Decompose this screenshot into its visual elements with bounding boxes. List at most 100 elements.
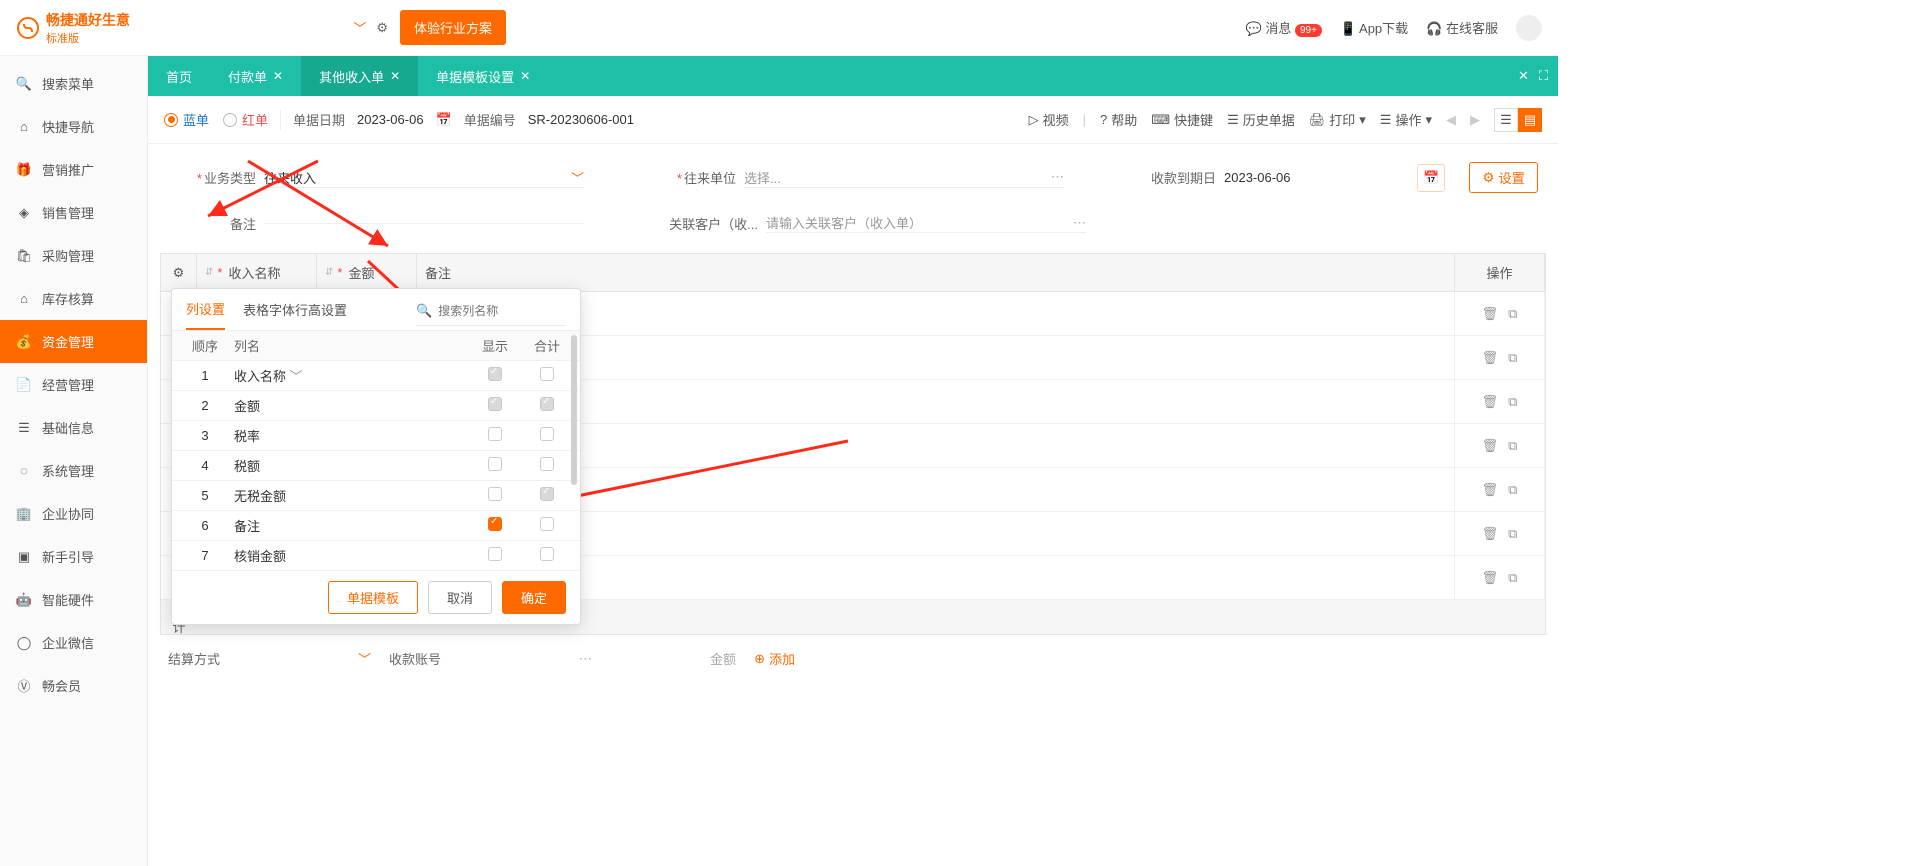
sidebar-item-collab[interactable]: 🏢企业协同 [0, 492, 147, 535]
delete-icon[interactable]: 🗑 [1482, 350, 1499, 366]
expand-icon[interactable]: ⛶ [1539, 68, 1548, 84]
checkbox[interactable] [540, 487, 554, 501]
prev-icon[interactable]: ◀ [1446, 112, 1456, 128]
copy-icon[interactable]: ⧉ [1508, 570, 1517, 586]
copy-icon[interactable]: ⧉ [1508, 350, 1517, 366]
popup-scrollbar[interactable] [571, 335, 577, 485]
delete-icon[interactable]: 🗑 [1482, 570, 1499, 586]
more-icon[interactable]: ⋯ [579, 651, 592, 667]
user-avatar[interactable] [1516, 15, 1542, 41]
checkbox[interactable] [488, 547, 502, 561]
radio-red[interactable]: 红单 [223, 110, 268, 129]
popup-search-input[interactable] [438, 304, 548, 318]
remark-input[interactable] [264, 223, 584, 224]
contact-unit-input[interactable]: 选择...⋯ [744, 168, 1064, 188]
checkbox[interactable] [488, 487, 502, 501]
sidebar-item-inventory[interactable]: ⌂库存核算 [0, 277, 147, 320]
delete-icon[interactable]: 🗑 [1482, 526, 1499, 542]
view-form-icon[interactable]: ▤ [1518, 108, 1542, 132]
checkbox[interactable] [488, 517, 502, 531]
sidebar-item-sales[interactable]: ◈销售管理 [0, 191, 147, 234]
remark-label: 备注 [168, 214, 256, 233]
copy-icon[interactable]: ⧉ [1508, 482, 1517, 498]
copy-icon[interactable]: ⧉ [1508, 526, 1517, 542]
sidebar-item-quicknav[interactable]: ⌂快捷导航 [0, 105, 147, 148]
print-link[interactable]: 🖨 打印 ▾ [1309, 110, 1366, 129]
tab-payment[interactable]: 付款单✕ [210, 56, 301, 96]
more-icon[interactable]: ⋯ [1051, 169, 1064, 185]
more-icon[interactable]: ⋯ [1073, 215, 1086, 231]
radio-blue[interactable]: 蓝单 [164, 110, 209, 129]
sidebar-item-operation[interactable]: 📄经营管理 [0, 363, 147, 406]
checkbox[interactable] [540, 397, 554, 411]
tab-template-settings[interactable]: 单据模板设置✕ [418, 56, 548, 96]
operate-link[interactable]: ☰ 操作 ▾ [1380, 110, 1432, 129]
sidebar-item-system[interactable]: ◌系统管理 [0, 449, 147, 492]
history-link[interactable]: ☰ 历史单据 [1227, 110, 1295, 129]
related-customer-input[interactable]: 请输入关联客户（收入单）⋯ [766, 213, 1086, 233]
content: 首页 付款单✕ 其他收入单✕ 单据模板设置✕ ✕ ⛶ 蓝单 红单 单据日期 20… [148, 56, 1558, 866]
video-link[interactable]: ▷ 视频 [1029, 110, 1069, 129]
sidebar-item-purchase[interactable]: 🛍采购管理 [0, 234, 147, 277]
checkbox[interactable] [540, 367, 554, 381]
next-icon[interactable]: ▶ [1470, 112, 1480, 128]
checkbox[interactable] [488, 367, 502, 381]
col-income-name[interactable]: ⇵*收入名称 [197, 254, 317, 291]
checkbox[interactable] [488, 397, 502, 411]
col-remark[interactable]: 备注 [417, 254, 1455, 291]
sidebar-item-guide[interactable]: ▣新手引导 [0, 535, 147, 578]
checkbox[interactable] [540, 457, 554, 471]
tab-home[interactable]: 首页 [148, 56, 210, 96]
sidebar-item-finance[interactable]: 💰资金管理 [0, 320, 147, 363]
experience-industry-button[interactable]: 体验行业方案 [400, 10, 506, 45]
close-icon[interactable]: ✕ [520, 69, 530, 83]
copy-icon[interactable]: ⧉ [1508, 438, 1517, 454]
checkbox[interactable] [540, 427, 554, 441]
delete-icon[interactable]: 🗑 [1482, 394, 1499, 410]
sidebar-item-member[interactable]: Ⓥ畅会员 [0, 664, 147, 707]
sidebar-item-search[interactable]: 🔍搜索菜单 [0, 62, 147, 105]
shortcut-link[interactable]: ⌨ 快捷键 [1151, 110, 1213, 129]
close-all-icon[interactable]: ✕ [1518, 68, 1529, 84]
chevron-down-icon[interactable]: ﹀ [358, 649, 371, 668]
checkbox[interactable] [540, 517, 554, 531]
copy-icon[interactable]: ⧉ [1508, 394, 1517, 410]
calendar-icon[interactable]: 📅 [436, 112, 452, 128]
delete-icon[interactable]: 🗑 [1482, 438, 1499, 454]
message-link[interactable]: 💬 消息 99+ [1246, 18, 1322, 37]
due-date-value[interactable]: 2023-06-06 [1224, 170, 1291, 185]
delete-icon[interactable]: 🗑 [1482, 482, 1499, 498]
sidebar-item-marketing[interactable]: 🎁营销推广 [0, 148, 147, 191]
copy-icon[interactable]: ⧉ [1508, 306, 1517, 322]
help-link[interactable]: ? 帮助 [1100, 110, 1137, 129]
view-list-icon[interactable]: ☰ [1494, 108, 1518, 132]
checkbox[interactable] [488, 457, 502, 471]
org-selector[interactable]: ﹀ ⚙ [148, 18, 388, 37]
tab-other-income[interactable]: 其他收入单✕ [301, 56, 418, 96]
sidebar-item-smart[interactable]: 🤖智能硬件 [0, 578, 147, 621]
bill-date-value[interactable]: 2023-06-06 [357, 112, 424, 127]
sidebar-item-baseinfo[interactable]: ☰基础信息 [0, 406, 147, 449]
col-amount[interactable]: ⇵*金额 [317, 254, 417, 291]
checkbox[interactable] [488, 427, 502, 441]
gear-icon[interactable]: ⚙ [376, 20, 388, 36]
popup-tab-rowheight[interactable]: 表格字体行高设置 [243, 300, 347, 329]
online-service-link[interactable]: 🎧 在线客服 [1426, 18, 1498, 37]
settings-button[interactable]: ⚙ 设置 [1469, 162, 1538, 193]
business-type-select[interactable]: 往来收入﹀ [264, 168, 584, 188]
close-icon[interactable]: ✕ [390, 69, 400, 83]
calendar-icon[interactable]: 📅 [1417, 164, 1445, 192]
close-icon[interactable]: ✕ [273, 69, 283, 83]
cancel-button[interactable]: 取消 [428, 581, 492, 614]
ok-button[interactable]: 确定 [502, 581, 566, 614]
grid-settings-icon[interactable]: ⚙ [161, 254, 197, 291]
popup-tab-columns[interactable]: 列设置 [186, 299, 225, 330]
app-download-link[interactable]: 📱 App下载 [1340, 18, 1408, 37]
due-date-label: 收款到期日 [1128, 168, 1216, 187]
add-link[interactable]: ⊕添加 [754, 649, 795, 668]
sidebar-item-wecom[interactable]: ◯企业微信 [0, 621, 147, 664]
delete-icon[interactable]: 🗑 [1482, 306, 1499, 322]
template-button[interactable]: 单据模板 [328, 581, 418, 614]
popup-search[interactable]: 🔍 [416, 303, 566, 326]
checkbox[interactable] [540, 547, 554, 561]
